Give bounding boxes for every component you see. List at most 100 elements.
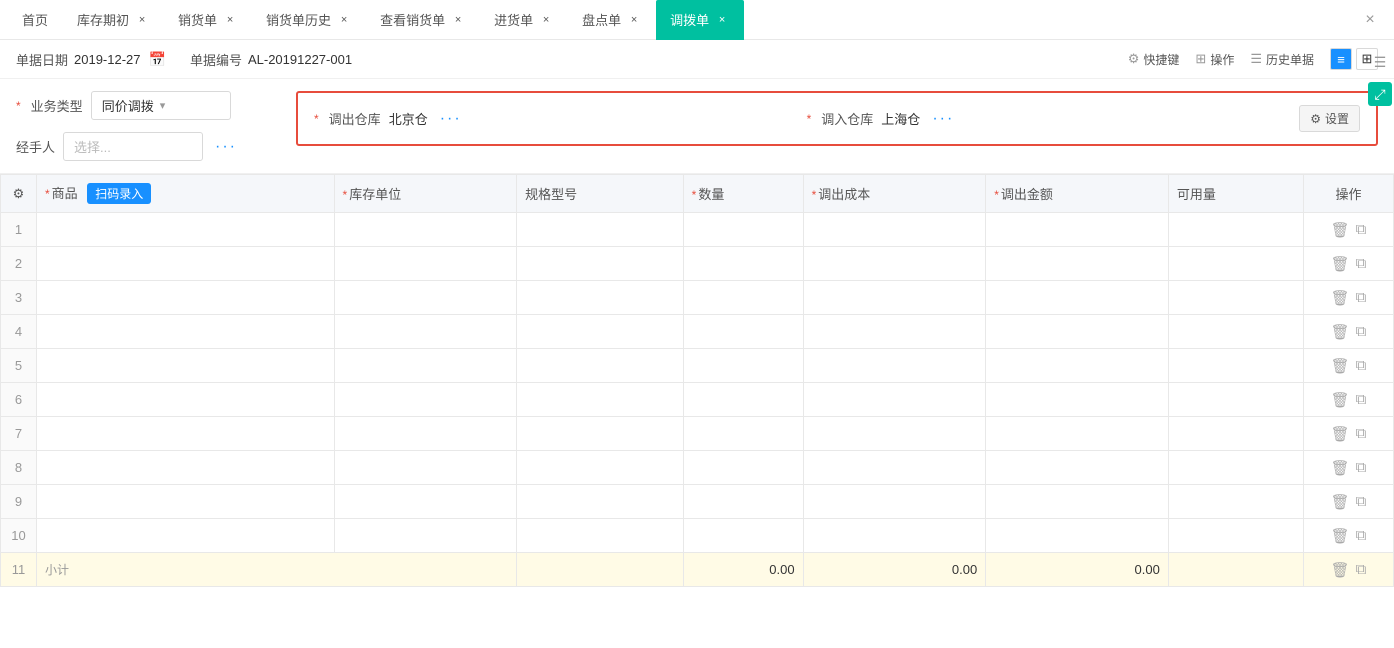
qty-cell-9[interactable] [683,485,803,519]
delete-icon-2[interactable]: 🗑 [1331,255,1350,273]
cost-cell-5[interactable] [803,349,986,383]
amount-cell-8[interactable] [986,451,1169,485]
history-action[interactable]: ☰ 历史单据 [1250,51,1314,68]
available-cell-4[interactable] [1168,315,1303,349]
qty-cell-5[interactable] [683,349,803,383]
copy-icon-11[interactable]: ⧉ [1356,561,1367,578]
amount-cell-1[interactable] [986,213,1169,247]
shortcut-action[interactable]: ⚙ 快捷键 [1128,51,1180,68]
available-cell-1[interactable] [1168,213,1303,247]
tab-sales-history[interactable]: 销货单历史 × [252,0,366,40]
amount-cell-9[interactable] [986,485,1169,519]
cost-cell-4[interactable] [803,315,986,349]
list-view-btn[interactable]: ≡ [1330,48,1352,70]
delete-icon-3[interactable]: 🗑 [1331,289,1350,307]
available-cell-7[interactable] [1168,417,1303,451]
tab-close-sales-order[interactable]: × [223,13,237,27]
copy-icon-5[interactable]: ⧉ [1356,357,1367,374]
available-cell-2[interactable] [1168,247,1303,281]
product-cell-7[interactable] [37,417,335,451]
amount-cell-7[interactable] [986,417,1169,451]
operate-action[interactable]: ⊞ 操作 [1195,51,1234,68]
spec-cell-7[interactable] [517,417,684,451]
cost-cell-10[interactable] [803,519,986,553]
tab-close-view-sales[interactable]: × [451,13,465,27]
available-cell-5[interactable] [1168,349,1303,383]
available-cell-10[interactable] [1168,519,1303,553]
transfer-out-more-btn[interactable]: ··· [440,110,462,128]
cost-cell-9[interactable] [803,485,986,519]
product-cell-5[interactable] [37,349,335,383]
qty-cell-6[interactable] [683,383,803,417]
delete-icon-7[interactable]: 🗑 [1331,425,1350,443]
cost-cell-3[interactable] [803,281,986,315]
delete-icon-6[interactable]: 🗑 [1331,391,1350,409]
calendar-icon[interactable]: 📅 [149,51,166,68]
unit-cell-2[interactable] [334,247,517,281]
copy-icon-6[interactable]: ⧉ [1356,391,1367,408]
product-cell-9[interactable] [37,485,335,519]
available-cell-9[interactable] [1168,485,1303,519]
table-settings-icon[interactable]: ⚙ [13,186,25,201]
product-cell-4[interactable] [37,315,335,349]
spec-cell-9[interactable] [517,485,684,519]
qty-cell-7[interactable] [683,417,803,451]
available-cell-3[interactable] [1168,281,1303,315]
qty-cell-4[interactable] [683,315,803,349]
cost-cell-7[interactable] [803,417,986,451]
copy-icon-2[interactable]: ⧉ [1356,255,1367,272]
sidebar-expand-icon[interactable]: ⤢ [1368,82,1392,106]
spec-cell-3[interactable] [517,281,684,315]
amount-cell-5[interactable] [986,349,1169,383]
unit-cell-10[interactable] [334,519,517,553]
spec-cell-10[interactable] [517,519,684,553]
spec-cell-8[interactable] [517,451,684,485]
amount-cell-3[interactable] [986,281,1169,315]
spec-cell-4[interactable] [517,315,684,349]
tab-close-inventory-check[interactable]: × [627,13,641,27]
unit-cell-9[interactable] [334,485,517,519]
scan-barcode-btn[interactable]: 扫码录入 [87,183,151,204]
unit-cell-3[interactable] [334,281,517,315]
copy-icon-7[interactable]: ⧉ [1356,425,1367,442]
tab-home[interactable]: 首页 [8,0,63,40]
delete-icon-5[interactable]: 🗑 [1331,357,1350,375]
handler-select[interactable]: 选择... [63,132,203,161]
qty-cell-8[interactable] [683,451,803,485]
amount-cell-2[interactable] [986,247,1169,281]
tab-sales-order[interactable]: 销货单 × [164,0,252,40]
cost-cell-6[interactable] [803,383,986,417]
qty-cell-2[interactable] [683,247,803,281]
copy-icon-4[interactable]: ⧉ [1356,323,1367,340]
business-type-select[interactable]: 同价调拨 ▾ [91,91,231,120]
delete-icon-1[interactable]: 🗑 [1331,221,1350,239]
amount-cell-6[interactable] [986,383,1169,417]
table-scroll-area[interactable]: ⚙ *商品 扫码录入 *库存单位 规格型号 *数量 *调出成本 *调出金额 [0,174,1394,648]
amount-cell-4[interactable] [986,315,1169,349]
tab-close-inventory-init[interactable]: × [135,13,149,27]
copy-icon-3[interactable]: ⧉ [1356,289,1367,306]
tab-close-purchase[interactable]: × [539,13,553,27]
available-cell-6[interactable] [1168,383,1303,417]
qty-cell-1[interactable] [683,213,803,247]
cost-cell-8[interactable] [803,451,986,485]
tab-purchase[interactable]: 进货单 × [480,0,568,40]
spec-cell-2[interactable] [517,247,684,281]
handler-more-btn[interactable]: ··· [215,138,237,156]
tab-inventory-init[interactable]: 库存期初 × [63,0,164,40]
spec-cell-6[interactable] [517,383,684,417]
product-cell-2[interactable] [37,247,335,281]
tab-close-transfer[interactable]: × [715,13,729,27]
amount-cell-10[interactable] [986,519,1169,553]
product-cell-3[interactable] [37,281,335,315]
tab-close-sales-history[interactable]: × [337,13,351,27]
available-cell-8[interactable] [1168,451,1303,485]
cost-cell-2[interactable] [803,247,986,281]
copy-icon-8[interactable]: ⧉ [1356,459,1367,476]
product-cell-1[interactable] [37,213,335,247]
delete-icon-9[interactable]: 🗑 [1331,493,1350,511]
spec-cell-5[interactable] [517,349,684,383]
settings-button[interactable]: ⚙ 设置 [1299,105,1360,132]
delete-icon-8[interactable]: 🗑 [1331,459,1350,477]
copy-icon-10[interactable]: ⧉ [1356,527,1367,544]
